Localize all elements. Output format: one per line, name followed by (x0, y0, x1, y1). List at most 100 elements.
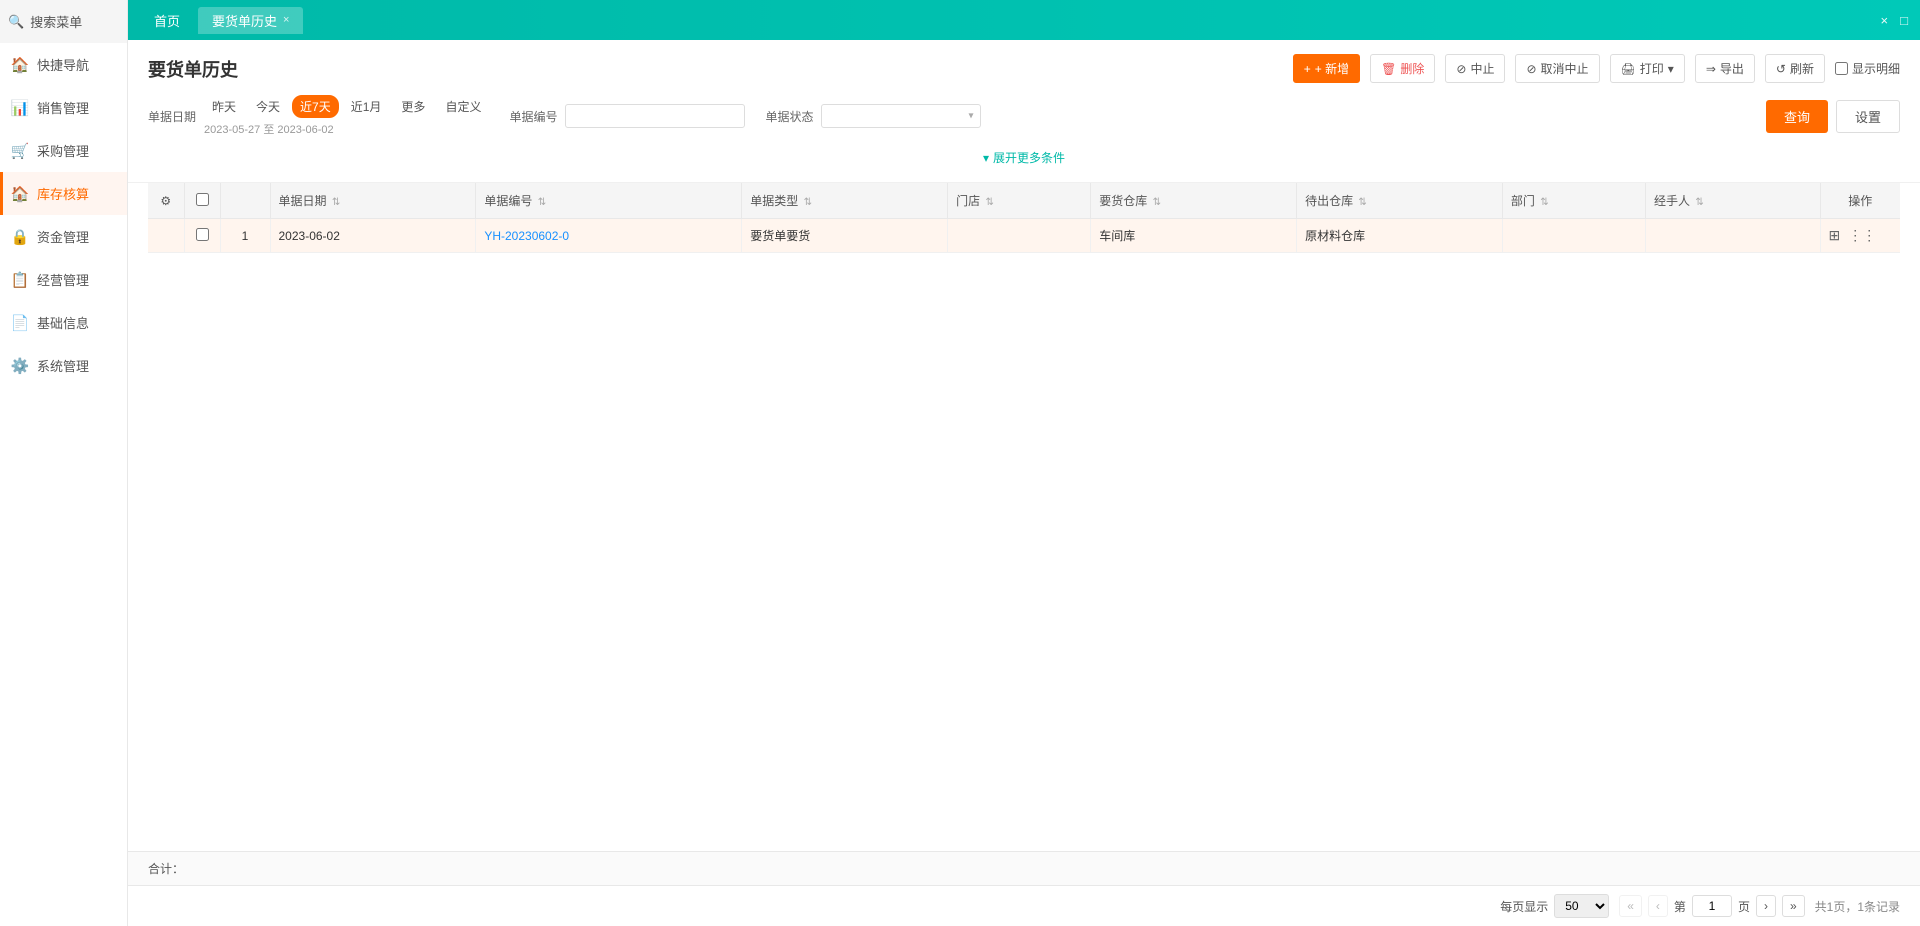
stop-button[interactable]: ⊘ 中止 (1445, 54, 1505, 83)
row-type-cell: 要货单要货 (742, 219, 948, 253)
query-button[interactable]: 查询 (1766, 100, 1828, 133)
sort-date-icon[interactable]: ⇅ (332, 197, 340, 208)
cart-icon: 🛒 (11, 142, 29, 160)
tab-home[interactable]: 首页 (140, 7, 194, 34)
col-gear: ⚙ (148, 183, 184, 219)
sort-pending-warehouse-icon[interactable]: ⇅ (1358, 197, 1366, 208)
inventory-icon: 🏠 (11, 185, 29, 203)
order-no-input[interactable] (565, 104, 745, 128)
expand-label: 展开更多条件 (993, 149, 1065, 166)
prev-page-button[interactable]: ‹ (1648, 895, 1668, 917)
select-all-checkbox[interactable] (196, 193, 209, 206)
print-button[interactable]: 🖨 打印 ▾ (1610, 54, 1685, 83)
filter-row: 单据日期 昨天 今天 近7天 近1月 更多 自定义 2023-05-27 至 2… (148, 95, 1900, 137)
window-maximize-icon[interactable]: □ (1900, 13, 1908, 28)
date-btn-more[interactable]: 更多 (393, 95, 433, 118)
lock-icon: 🔒 (11, 228, 29, 246)
show-detail-checkbox[interactable] (1835, 62, 1848, 75)
status-select[interactable] (821, 104, 981, 128)
row-handler-cell (1646, 219, 1820, 253)
sidebar-item-operations[interactable]: 📋 经营管理 (0, 258, 127, 301)
tab-active[interactable]: 要货单历史 × (198, 7, 303, 34)
col-handler: 经手人 ⇅ (1646, 183, 1820, 219)
sidebar-item-finance[interactable]: 🔒 资金管理 (0, 215, 127, 258)
last-page-button[interactable]: » (1782, 895, 1805, 917)
sidebar: 🔍 搜索菜单 🏠 快捷导航 📊 销售管理 🛒 采购管理 🏠 库存核算 🔒 资金管… (0, 0, 128, 926)
sidebar-item-basic-info[interactable]: 📄 基础信息 (0, 301, 127, 344)
sidebar-item-purchase[interactable]: 🛒 采购管理 (0, 129, 127, 172)
filter-actions: 查询 设置 (1766, 100, 1900, 133)
sidebar-item-label: 快捷导航 (37, 55, 89, 74)
topbar-right: × □ (1881, 13, 1908, 28)
cancel-stop-button[interactable]: ⊘ 取消中止 (1515, 54, 1599, 83)
date-filter: 单据日期 昨天 今天 近7天 近1月 更多 自定义 2023-05-27 至 2… (148, 95, 489, 137)
row-no-cell: YH-20230602-0 (476, 219, 742, 253)
sidebar-item-label: 销售管理 (37, 98, 89, 117)
sidebar-item-system[interactable]: ⚙️ 系统管理 (0, 344, 127, 387)
page-label: 第 (1674, 898, 1686, 915)
print-icon: 🖨 (1621, 62, 1636, 76)
status-filter: 单据状态 ▾ (765, 104, 981, 128)
pagination: « ‹ 第 页 › » (1619, 895, 1804, 917)
page-input[interactable] (1692, 895, 1732, 917)
action-icons: ⊞ ⋮⋮ (1829, 227, 1893, 244)
expand-row: ▾ 展开更多条件 (148, 145, 1900, 170)
table-row: 1 2023-06-02 YH-20230602-0 要货单要货 车间库 原材料… (148, 219, 1900, 253)
sidebar-search-label: 搜索菜单 (30, 12, 82, 31)
table-header-row: ⚙ 单据日期 ⇅ 单据编号 ⇅ (148, 183, 1900, 219)
view-icon[interactable]: ⊞ (1829, 227, 1841, 244)
date-btn-7days[interactable]: 近7天 (292, 95, 339, 118)
close-tab-icon[interactable]: × (283, 14, 289, 26)
page-title: 要货单历史 (148, 56, 238, 82)
new-button[interactable]: + + 新增 (1293, 54, 1360, 83)
col-ops: 操作 (1820, 183, 1900, 219)
date-shortcuts: 昨天 今天 近7天 近1月 更多 自定义 2023-05-27 至 2023-0… (204, 95, 489, 137)
export-button[interactable]: ⇒ 导出 (1695, 54, 1755, 83)
page-size-select[interactable]: 10 20 50 100 (1554, 894, 1609, 918)
sort-handler-icon[interactable]: ⇅ (1695, 197, 1703, 208)
sidebar-item-quick-nav[interactable]: 🏠 快捷导航 (0, 43, 127, 86)
toolbar: + + 新增 🗑 删除 ⊘ 中止 ⊘ 取消中止 🖨 打印 (1293, 54, 1900, 83)
next-page-button[interactable]: › (1756, 895, 1776, 917)
gear-icon: ⚙️ (11, 357, 29, 375)
sort-no-icon[interactable]: ⇅ (538, 197, 546, 208)
sort-type-icon[interactable]: ⇅ (804, 197, 812, 208)
row-no-link[interactable]: YH-20230602-0 (484, 229, 569, 243)
refresh-button[interactable]: ↺ 刷新 (1765, 54, 1825, 83)
bottom-bar: 每页显示 10 20 50 100 « ‹ 第 页 › » 共1页，1条记录 (128, 885, 1920, 926)
sort-req-warehouse-icon[interactable]: ⇅ (1153, 197, 1161, 208)
delete-icon: 🗑 (1381, 62, 1396, 76)
row-req-warehouse-cell: 车间库 (1091, 219, 1297, 253)
date-btn-custom[interactable]: 自定义 (437, 95, 489, 118)
delete-button[interactable]: 🗑 删除 (1370, 54, 1435, 83)
sort-dept-icon[interactable]: ⇅ (1540, 197, 1548, 208)
row-store-cell (948, 219, 1091, 253)
expand-filter-button[interactable]: ▾ 展开更多条件 (975, 145, 1073, 170)
settings-button[interactable]: 设置 (1836, 100, 1900, 133)
first-page-button[interactable]: « (1619, 895, 1642, 917)
more-icon[interactable]: ⋮⋮ (1848, 227, 1876, 244)
col-no: 单据编号 ⇅ (476, 183, 742, 219)
page-size-wrap: 每页显示 10 20 50 100 (1500, 894, 1609, 918)
new-icon: + (1304, 62, 1311, 76)
show-detail-toggle[interactable]: 显示明细 (1835, 60, 1900, 77)
sidebar-item-inventory[interactable]: 🏠 库存核算 (0, 172, 127, 215)
tab-home-label: 首页 (154, 11, 180, 30)
date-btn-1month[interactable]: 近1月 (343, 95, 390, 118)
clipboard-icon: 📋 (11, 271, 29, 289)
col-num (220, 183, 270, 219)
date-btn-today[interactable]: 今天 (248, 95, 288, 118)
sidebar-item-label: 采购管理 (37, 141, 89, 160)
row-checkbox-cell (184, 219, 220, 253)
window-close-icon[interactable]: × (1881, 13, 1889, 28)
tab-active-label: 要货单历史 (212, 11, 277, 30)
sidebar-search[interactable]: 🔍 搜索菜单 (0, 0, 127, 43)
settings-col-icon[interactable]: ⚙ (160, 194, 171, 208)
col-store: 门店 ⇅ (948, 183, 1091, 219)
row-pending-warehouse-cell: 原材料仓库 (1297, 219, 1503, 253)
date-btn-yesterday[interactable]: 昨天 (204, 95, 244, 118)
row-checkbox[interactable] (196, 228, 209, 241)
sidebar-item-sales[interactable]: 📊 销售管理 (0, 86, 127, 129)
col-req-warehouse: 要货仓库 ⇅ (1091, 183, 1297, 219)
sort-store-icon[interactable]: ⇅ (985, 197, 993, 208)
